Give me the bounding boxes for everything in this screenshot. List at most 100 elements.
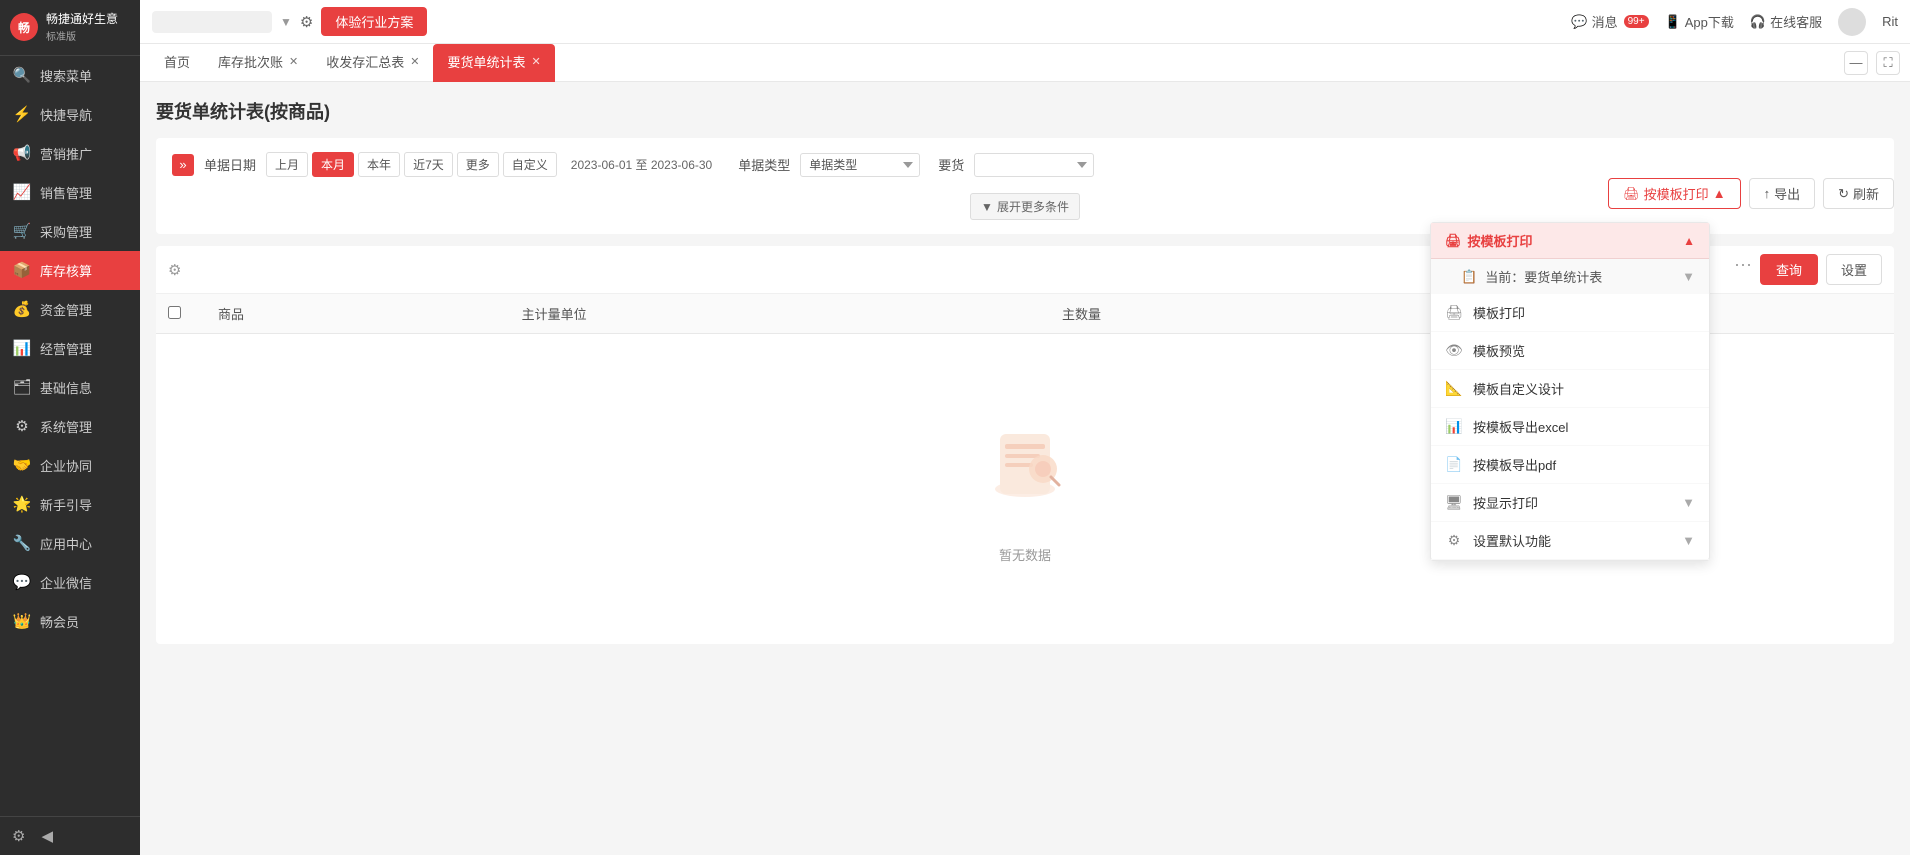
sidebar-item-wechat[interactable]: 💬 企业微信 [0,563,140,602]
template-export-excel-item[interactable]: 📊 按模板导出excel [1431,408,1709,446]
print-dropdown-collapse-arrow[interactable]: ▲ [1683,234,1695,248]
refresh-btn[interactable]: ↻ 刷新 [1823,178,1894,209]
sidebar-item-apps[interactable]: 🔧 应用中心 [0,524,140,563]
print-dropdown-title: 🖨 按模板打印 [1445,231,1533,250]
trial-button[interactable]: 体验行业方案 [321,7,427,36]
folder-icon: 🗂 [12,378,32,396]
collapse-icon[interactable]: ◀ [41,827,53,845]
date-range-display: 2023-06-01 至 2023-06-30 [571,156,712,173]
sidebar-item-finance[interactable]: 💰 资金管理 [0,290,140,329]
bill-type-select[interactable]: 单据类型 [800,153,920,177]
sidebar-item-system[interactable]: ⚙ 系统管理 [0,407,140,446]
display-print-item[interactable]: 🖥 按显示打印 ▼ [1431,484,1709,522]
tab-summary-label: 收发存汇总表 [326,52,404,71]
chart-up-icon: 📈 [12,183,32,201]
app-version: 标准版 [46,28,118,43]
gear-icon: ⚙ [12,417,32,435]
message-button[interactable]: 💬 消息 99+ [1571,12,1648,31]
sidebar-item-label: 搜索菜单 [40,66,92,85]
print-template-btn[interactable]: 🖨 按模板打印 ▲ [1608,178,1740,209]
handshake-icon: 🤝 [12,456,32,474]
tab-home[interactable]: 首页 [150,44,204,82]
content-area: 要货单统计表(按商品) » 单据日期 上月 本月 本年 近7天 更多 自定义 2… [140,82,1910,855]
sidebar-item-label: 资金管理 [40,300,92,319]
tab-summary[interactable]: 收发存汇总表 ✕ [312,44,433,82]
tab-actions: — ⛶ [1844,51,1900,75]
select-all-checkbox[interactable] [168,306,181,319]
template-print-icon: 🖨 [1445,304,1463,321]
sidebar-item-inventory[interactable]: 📦 库存核算 [0,251,140,290]
tab-order-stats[interactable]: 要货单统计表 ✕ [433,44,554,82]
sidebar-item-marketing[interactable]: 📢 营销推广 [0,134,140,173]
sidebar-item-guide[interactable]: 🌟 新手引导 [0,485,140,524]
settings-button[interactable]: 设置 [1826,254,1882,285]
app-download-label: App下载 [1685,12,1734,31]
template-design-icon: 📐 [1445,380,1463,397]
col-quantity: 主数量 [1050,294,1433,334]
settings-bottom-icon[interactable]: ⚙ [12,827,25,845]
sidebar-item-label: 采购管理 [40,222,92,241]
username-label: Rit [1882,14,1898,29]
table-settings-icon[interactable]: ⚙ [168,261,181,279]
set-default-icon: ⚙ [1445,532,1463,549]
tab-order-stats-close[interactable]: ✕ [532,55,541,68]
display-print-label: 按显示打印 [1473,493,1538,512]
date-btn-last-month[interactable]: 上月 [266,152,308,177]
filter-expand-button[interactable]: » [172,154,194,176]
chevron-down-icon: ▼ [981,200,993,214]
more-actions-icon[interactable]: ··· [1734,254,1752,285]
app-download-button[interactable]: 📱 App下载 [1665,12,1734,31]
print-arrow-icon: ▲ [1713,186,1726,201]
refresh-icon: ↻ [1838,186,1849,202]
date-btn-more[interactable]: 更多 [457,152,499,177]
topbar-gear-icon[interactable]: ⚙ [300,13,313,31]
date-btn-this-year[interactable]: 本年 [358,152,400,177]
online-service-button[interactable]: 🎧 在线客服 [1750,12,1822,31]
set-default-label: 设置默认功能 [1473,531,1551,550]
query-button[interactable]: 查询 [1760,254,1818,285]
date-btn-custom[interactable]: 自定义 [503,152,557,177]
export-icon: ↑ [1764,186,1771,201]
set-default-item[interactable]: ⚙ 设置默认功能 ▼ [1431,522,1709,560]
template-print-item[interactable]: 🖨 模板打印 [1431,294,1709,332]
printer-header-icon: 🖨 [1445,233,1462,249]
template-preview-item[interactable]: 👁 模板预览 [1431,332,1709,370]
megaphone-icon: 📢 [12,144,32,162]
sidebar-item-quick-nav[interactable]: ⚡ 快捷导航 [0,95,140,134]
phone-icon: 📱 [1665,14,1681,30]
topbar-dropdown-arrow[interactable]: ▼ [280,15,292,29]
sidebar-item-enterprise[interactable]: 🤝 企业协同 [0,446,140,485]
sidebar-item-basic-info[interactable]: 🗂 基础信息 [0,368,140,407]
template-custom-label: 模板自定义设计 [1473,379,1564,398]
date-btn-this-month[interactable]: 本月 [312,152,354,177]
bar-chart-icon: 📊 [12,339,32,357]
online-service-label: 在线客服 [1770,12,1822,31]
main-area: ▼ ⚙ 体验行业方案 💬 消息 99+ 📱 App下载 🎧 在线客服 Rit 首… [140,0,1910,855]
user-avatar[interactable] [1838,8,1866,36]
tab-expand-btn[interactable]: ⛶ [1876,51,1900,75]
topbar-right: 💬 消息 99+ 📱 App下载 🎧 在线客服 Rit [1571,8,1898,36]
template-custom-design-item[interactable]: 📐 模板自定义设计 [1431,370,1709,408]
star-icon: 🌟 [12,495,32,513]
sidebar-item-management[interactable]: 📊 经营管理 [0,329,140,368]
sidebar-scroll: 🔍 搜索菜单 ⚡ 快捷导航 📢 营销推广 📈 销售管理 🛒 采购管理 📦 库存核… [0,56,140,816]
current-template-item[interactable]: 📋 当前：要货单统计表 ▼ [1431,259,1709,294]
sidebar-item-search[interactable]: 🔍 搜索菜单 [0,56,140,95]
template-export-pdf-item[interactable]: 📄 按模板导出pdf [1431,446,1709,484]
tab-inventory-batch[interactable]: 库存批次账 ✕ [204,44,312,82]
sidebar-item-member[interactable]: 👑 畅会员 [0,602,140,641]
goods-select[interactable] [974,153,1094,177]
sidebar-item-purchase[interactable]: 🛒 采购管理 [0,212,140,251]
sidebar-item-sales[interactable]: 📈 销售管理 [0,173,140,212]
tab-summary-close[interactable]: ✕ [410,55,419,68]
current-template-arrow: ▼ [1682,269,1695,284]
sidebar-logo: 畅 畅捷通好生意 标准版 [0,0,140,56]
date-buttons: 上月 本月 本年 近7天 更多 自定义 [266,152,557,177]
tab-inventory-batch-close[interactable]: ✕ [289,55,298,68]
date-btn-7days[interactable]: 近7天 [404,152,453,177]
export-btn[interactable]: ↑ 导出 [1749,178,1816,209]
sidebar-item-label: 系统管理 [40,417,92,436]
expand-more-btn[interactable]: ▼ 展开更多条件 [970,193,1080,220]
topbar-search-input[interactable] [152,11,272,33]
tab-minimize-btn[interactable]: — [1844,51,1868,75]
